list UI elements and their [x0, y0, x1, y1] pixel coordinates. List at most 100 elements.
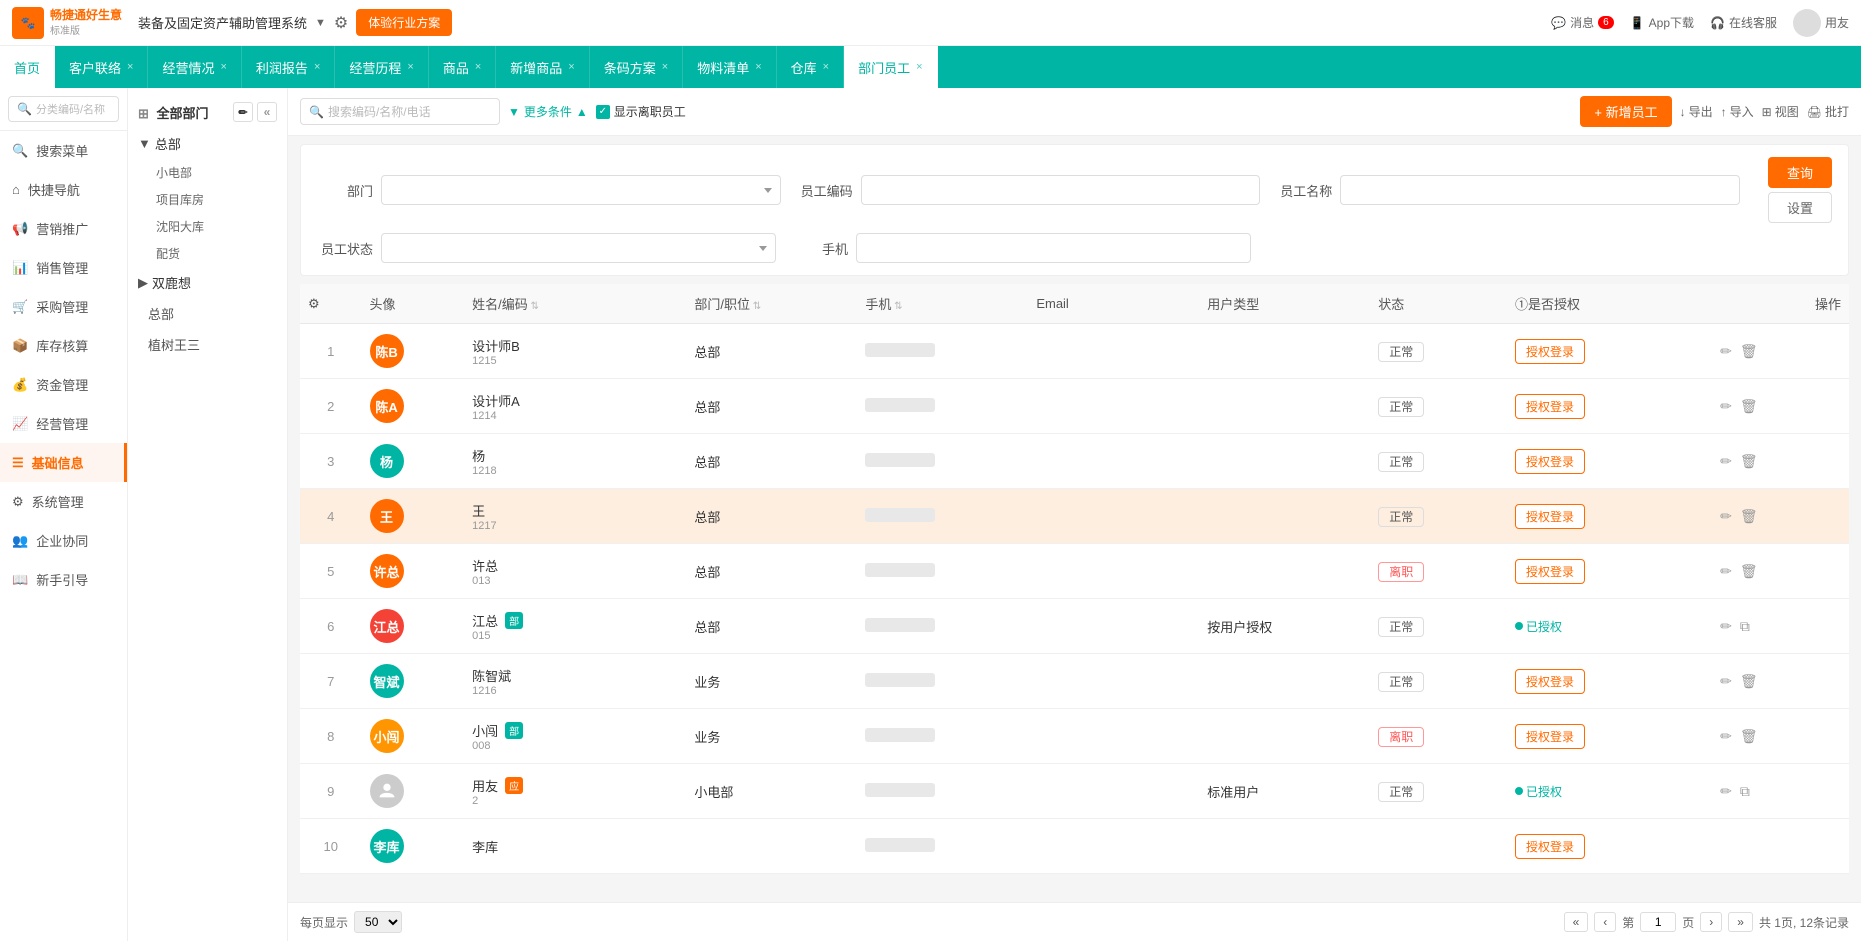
page-size-select[interactable]: 50 [354, 911, 402, 933]
tab-employees[interactable]: 部门员工 × [844, 46, 937, 88]
close-icon[interactable]: × [407, 61, 413, 73]
delete-icon[interactable]: 🗑 [1740, 453, 1758, 470]
sidebar-item-basic[interactable]: ☰ 基础信息 [0, 443, 127, 482]
auth-button[interactable]: 授权登录 [1515, 724, 1585, 749]
close-icon[interactable]: × [755, 61, 761, 73]
sidebar-item-marketing[interactable]: 📢 营销推广 [0, 209, 127, 248]
tab-profit[interactable]: 利润报告 × [242, 46, 335, 88]
delete-icon[interactable]: 🗑 [1740, 508, 1758, 525]
tab-bom[interactable]: 物料清单 × [683, 46, 776, 88]
close-icon[interactable]: × [127, 61, 133, 73]
delete-icon[interactable]: 🗑 [1740, 673, 1758, 690]
sidebar-item-collab[interactable]: 👥 企业协同 [0, 521, 127, 560]
edit-icon[interactable]: ✏ [1720, 398, 1732, 415]
sidebar-item-stock[interactable]: 📦 库存核算 [0, 326, 127, 365]
app-download-action[interactable]: 📱 App下载 [1630, 14, 1694, 31]
sidebar-item-search[interactable]: 🔍 搜索菜单 [0, 131, 127, 170]
tab-customer[interactable]: 客户联络 × [55, 46, 148, 88]
dept-item-xiaodian[interactable]: 小电部 [128, 159, 287, 186]
tab-history[interactable]: 经营历程 × [335, 46, 428, 88]
tab-operations[interactable]: 经营情况 × [148, 46, 241, 88]
emp-name-input[interactable] [1340, 175, 1740, 205]
edit-icon[interactable]: ✏ [1720, 618, 1732, 635]
trial-button[interactable]: 体验行业方案 [356, 9, 452, 36]
close-icon[interactable]: × [475, 61, 481, 73]
tab-warehouse[interactable]: 仓库 × [777, 46, 844, 88]
dept-item-zongbu[interactable]: 总部 [128, 298, 287, 329]
phone-input[interactable] [856, 233, 1251, 263]
copy-icon[interactable]: ⧉ [1740, 618, 1750, 635]
auth-button[interactable]: 授权登录 [1515, 559, 1585, 584]
view-button[interactable]: ⊞ 视图 [1762, 103, 1799, 120]
emp-code-input[interactable] [861, 175, 1261, 205]
edit-icon[interactable]: ✏ [1720, 453, 1732, 470]
sidebar-item-system[interactable]: ⚙ 系统管理 [0, 482, 127, 521]
auth-button[interactable]: 授权登录 [1515, 504, 1585, 529]
dept-group-shuanglu[interactable]: ▶ 双鹿想 [128, 267, 287, 298]
import-button[interactable]: ↑ 导入 [1721, 103, 1754, 120]
dept-item-zhishu[interactable]: 植树王三 [128, 329, 287, 360]
col-name[interactable]: 姓名/编码 [464, 284, 686, 324]
show-resigned-label[interactable]: ✓ 显示离职员工 [596, 103, 686, 120]
dept-item-shenyang[interactable]: 沈阳大库 [128, 213, 287, 240]
close-icon[interactable]: × [220, 61, 226, 73]
dept-collapse-btn[interactable]: « [257, 102, 277, 122]
more-filter-button[interactable]: ▼ 更多条件 ▲ [508, 103, 588, 120]
employee-search-box[interactable]: 🔍 搜索编码/名称/电话 [300, 98, 500, 125]
auth-button[interactable]: 授权登录 [1515, 669, 1585, 694]
emp-status-select[interactable] [381, 233, 776, 263]
sidebar-item-guide[interactable]: 📖 新手引导 [0, 560, 127, 599]
print-button[interactable]: 🖨 批打 [1807, 103, 1849, 120]
tab-barcode[interactable]: 条码方案 × [590, 46, 683, 88]
auth-button[interactable]: 授权登录 [1515, 339, 1585, 364]
delete-icon[interactable]: 🗑 [1740, 343, 1758, 360]
first-page-button[interactable]: « [1564, 912, 1589, 932]
user-action[interactable]: 用友 [1793, 9, 1849, 37]
edit-icon[interactable]: ✏ [1720, 728, 1732, 745]
sidebar-item-finance[interactable]: 💰 资金管理 [0, 365, 127, 404]
reset-button[interactable]: 设置 [1768, 192, 1832, 223]
close-icon[interactable]: × [662, 61, 668, 73]
export-button[interactable]: ↓ 导出 [1680, 103, 1713, 120]
sidebar-item-ops[interactable]: 📈 经营管理 [0, 404, 127, 443]
system-dropdown-arrow[interactable]: ▼ [315, 17, 326, 29]
dept-group-headquarter[interactable]: ▼ 总部 [128, 128, 287, 159]
message-action[interactable]: 💬 消息 6 [1551, 14, 1614, 31]
delete-icon[interactable]: 🗑 [1740, 398, 1758, 415]
sidebar-item-purchase[interactable]: 🛒 采购管理 [0, 287, 127, 326]
dept-filter-select[interactable] [381, 175, 781, 205]
col-dept[interactable]: 部门/职位 [686, 284, 857, 324]
copy-icon[interactable]: ⧉ [1740, 783, 1750, 800]
tab-goods[interactable]: 商品 × [429, 46, 496, 88]
close-icon[interactable]: × [568, 61, 574, 73]
edit-icon[interactable]: ✏ [1720, 343, 1732, 360]
auth-button[interactable]: 授权登录 [1515, 394, 1585, 419]
sidebar-item-home[interactable]: ⌂ 快捷导航 [0, 170, 127, 209]
page-number-input[interactable] [1640, 912, 1676, 932]
add-employee-button[interactable]: + 新增员工 [1580, 96, 1671, 127]
query-button[interactable]: 查询 [1768, 157, 1832, 188]
close-icon[interactable]: × [823, 61, 829, 73]
auth-button[interactable]: 授权登录 [1515, 834, 1585, 859]
show-resigned-checkbox[interactable]: ✓ [596, 105, 610, 119]
edit-icon[interactable]: ✏ [1720, 783, 1732, 800]
last-page-button[interactable]: » [1728, 912, 1753, 932]
close-icon[interactable]: × [314, 61, 320, 73]
prev-page-button[interactable]: ‹ [1594, 912, 1616, 932]
next-page-button[interactable]: › [1700, 912, 1722, 932]
edit-icon[interactable]: ✏ [1720, 508, 1732, 525]
dept-item-project[interactable]: 项目库房 [128, 186, 287, 213]
dept-edit-icon-btn[interactable]: ✏ [233, 102, 253, 122]
edit-icon[interactable]: ✏ [1720, 673, 1732, 690]
tab-home[interactable]: 首页 [0, 46, 55, 88]
close-icon[interactable]: × [916, 61, 922, 73]
online-service-action[interactable]: 🎧 在线客服 [1710, 14, 1777, 31]
col-phone[interactable]: 手机 [857, 284, 1028, 324]
col-settings[interactable]: ⚙ [300, 284, 362, 324]
sidebar-item-sales[interactable]: 📊 销售管理 [0, 248, 127, 287]
tab-add-goods[interactable]: 新增商品 × [496, 46, 589, 88]
sidebar-search-box[interactable]: 🔍 分类编码/名称 [8, 96, 119, 122]
dept-item-peihuo[interactable]: 配货 [128, 240, 287, 267]
edit-icon[interactable]: ✏ [1720, 563, 1732, 580]
delete-icon[interactable]: 🗑 [1740, 563, 1758, 580]
